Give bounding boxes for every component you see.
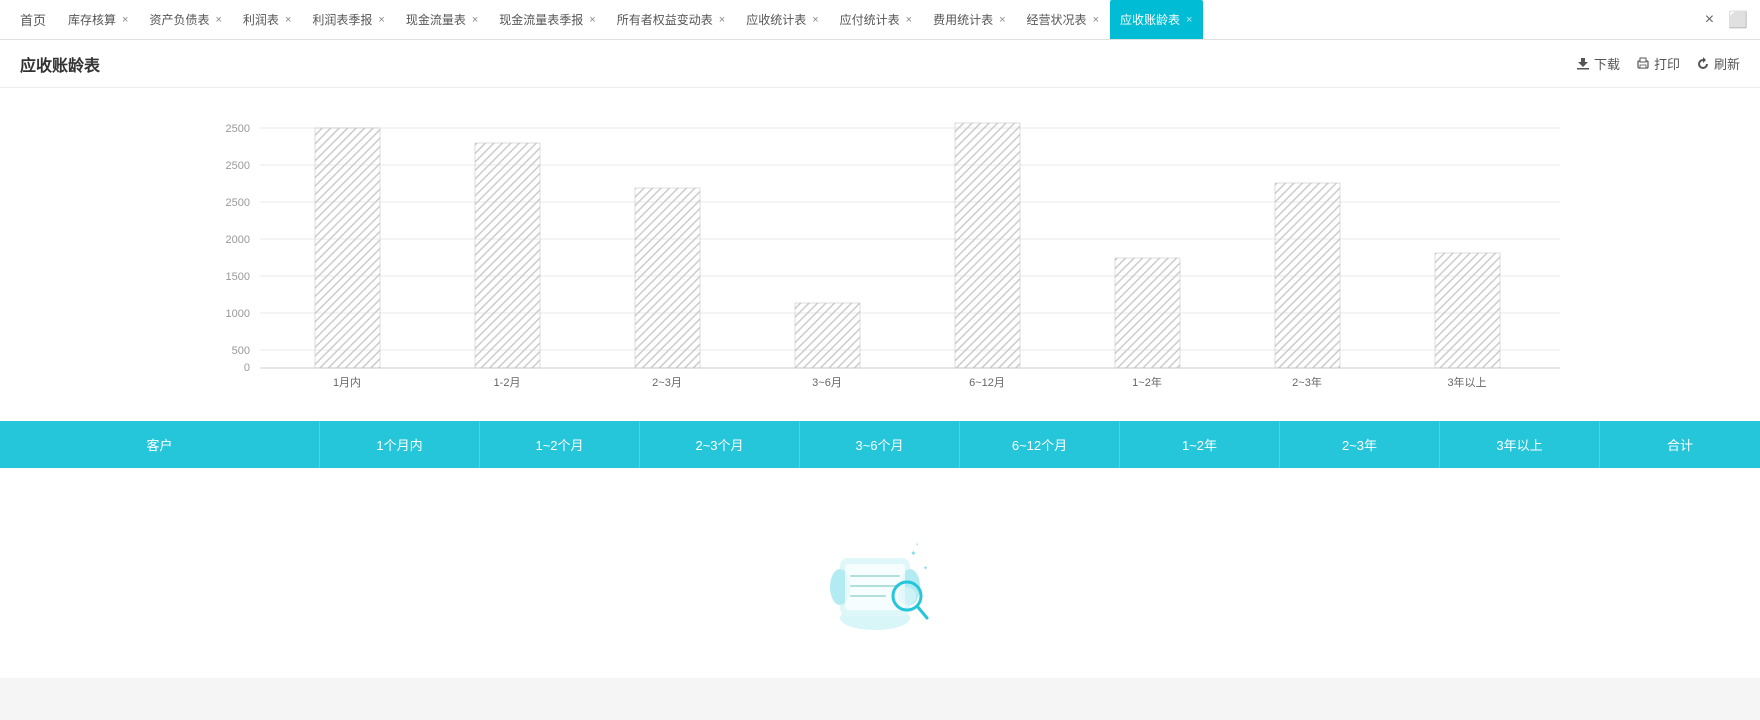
- tab-close-ar-aging[interactable]: ×: [1186, 14, 1192, 26]
- svg-text:2500: 2500: [226, 197, 250, 209]
- svg-text:2000: 2000: [226, 234, 250, 246]
- page-title: 应收账龄表: [20, 52, 100, 76]
- tab-close-expense-stat[interactable]: ×: [999, 14, 1005, 26]
- col-customer: 客户: [0, 421, 320, 468]
- tab-close-profit[interactable]: ×: [285, 14, 291, 26]
- svg-text:1月内: 1月内: [333, 375, 361, 389]
- bar-1月内: [315, 128, 380, 368]
- svg-text:0: 0: [244, 362, 250, 374]
- tab-close-equity[interactable]: ×: [719, 14, 725, 26]
- svg-text:2500: 2500: [226, 123, 250, 135]
- tab-profit[interactable]: 利润表 ×: [233, 0, 302, 40]
- tab-close-ar-stat[interactable]: ×: [812, 14, 818, 26]
- col-total: 合计: [1600, 421, 1760, 468]
- tab-close-ap-stat[interactable]: ×: [906, 14, 912, 26]
- col-1month: 1个月内: [320, 421, 480, 468]
- svg-text:2500: 2500: [226, 160, 250, 172]
- tab-close-cashflow[interactable]: ×: [472, 14, 478, 26]
- col-6-12month: 6~12个月: [960, 421, 1120, 468]
- window-actions: × ⬜: [1701, 6, 1752, 34]
- window-close-button[interactable]: ×: [1701, 7, 1718, 33]
- bar-3年以上: [1435, 253, 1500, 368]
- svg-text:2~3年: 2~3年: [1292, 375, 1322, 389]
- tab-ar-aging[interactable]: 应收账龄表 ×: [1110, 0, 1203, 40]
- tab-ap-stat[interactable]: 应付统计表 ×: [830, 0, 923, 40]
- col-1-2year: 1~2年: [1120, 421, 1280, 468]
- bar-1-2年: [1115, 258, 1180, 368]
- page-header: 应收账龄表 下载 打印 刷新: [0, 40, 1760, 88]
- tab-close-profit-quarterly[interactable]: ×: [378, 14, 384, 26]
- download-icon: [1576, 57, 1590, 71]
- svg-text:1500: 1500: [226, 271, 250, 283]
- svg-text:✦: ✦: [923, 565, 928, 572]
- tab-close-inventory[interactable]: ×: [122, 14, 128, 26]
- svg-text:1~2年: 1~2年: [1132, 375, 1162, 389]
- tab-close-cashflow-quarterly[interactable]: ×: [589, 14, 595, 26]
- col-3year-plus: 3年以上: [1440, 421, 1600, 468]
- window-maximize-button[interactable]: ⬜: [1724, 6, 1752, 34]
- col-2-3year: 2~3年: [1280, 421, 1440, 468]
- refresh-icon: [1696, 57, 1710, 71]
- svg-text:6~12月: 6~12月: [969, 377, 1005, 389]
- svg-text:1000: 1000: [226, 308, 250, 320]
- tab-close-operation[interactable]: ×: [1093, 14, 1099, 26]
- header-actions: 下载 打印 刷新: [1576, 54, 1740, 73]
- tab-balance[interactable]: 资产负债表 ×: [139, 0, 232, 40]
- tab-expense-stat[interactable]: 费用统计表 ×: [923, 0, 1016, 40]
- tab-cashflow[interactable]: 现金流量表 ×: [396, 0, 489, 40]
- svg-text:500: 500: [232, 345, 250, 357]
- svg-text:3~6月: 3~6月: [812, 377, 842, 389]
- tab-ar-stat[interactable]: 应收统计表 ×: [736, 0, 829, 40]
- print-button[interactable]: 打印: [1636, 54, 1680, 73]
- empty-state-icon: ✦ ✦ ✦: [815, 528, 945, 638]
- tab-home[interactable]: 首页: [8, 10, 58, 29]
- tab-equity[interactable]: 所有者权益变动表 ×: [607, 0, 736, 40]
- col-1-2month: 1~2个月: [480, 421, 640, 468]
- tab-operation[interactable]: 经营状况表 ×: [1017, 0, 1110, 40]
- empty-state: ✦ ✦ ✦: [0, 468, 1760, 678]
- tab-profit-quarterly[interactable]: 利润表季报 ×: [302, 0, 395, 40]
- chart-area: 2500 2500 2500 2000 1500 1000 500 0: [0, 88, 1760, 421]
- tab-cashflow-quarterly[interactable]: 现金流量表季报 ×: [489, 0, 606, 40]
- svg-text:1-2月: 1-2月: [494, 377, 521, 389]
- main-content: 2500 2500 2500 2000 1500 1000 500 0: [0, 88, 1760, 678]
- svg-text:✦: ✦: [910, 549, 917, 558]
- bar-1-2月: [475, 143, 540, 368]
- col-2-3month: 2~3个月: [640, 421, 800, 468]
- col-3-6month: 3~6个月: [800, 421, 960, 468]
- tab-bar: 首页 库存核算 × 资产负债表 × 利润表 × 利润表季报 × 现金流量表 × …: [0, 0, 1760, 40]
- bar-chart: 2500 2500 2500 2000 1500 1000 500 0: [40, 108, 1720, 408]
- svg-text:✦: ✦: [915, 542, 919, 548]
- tab-inventory[interactable]: 库存核算 ×: [58, 0, 139, 40]
- print-icon: [1636, 57, 1650, 71]
- bar-2-3年: [1275, 183, 1340, 368]
- svg-text:3年以上: 3年以上: [1447, 375, 1486, 389]
- refresh-button[interactable]: 刷新: [1696, 54, 1740, 73]
- svg-text:2~3月: 2~3月: [652, 377, 682, 389]
- bar-3-6月: [795, 303, 860, 368]
- tab-close-balance[interactable]: ×: [215, 14, 221, 26]
- download-button[interactable]: 下载: [1576, 54, 1620, 73]
- bar-6-12月: [955, 123, 1020, 368]
- bar-2-3月: [635, 188, 700, 368]
- table-header: 客户 1个月内 1~2个月 2~3个月 3~6个月 6~12个月 1~2年 2~…: [0, 421, 1760, 468]
